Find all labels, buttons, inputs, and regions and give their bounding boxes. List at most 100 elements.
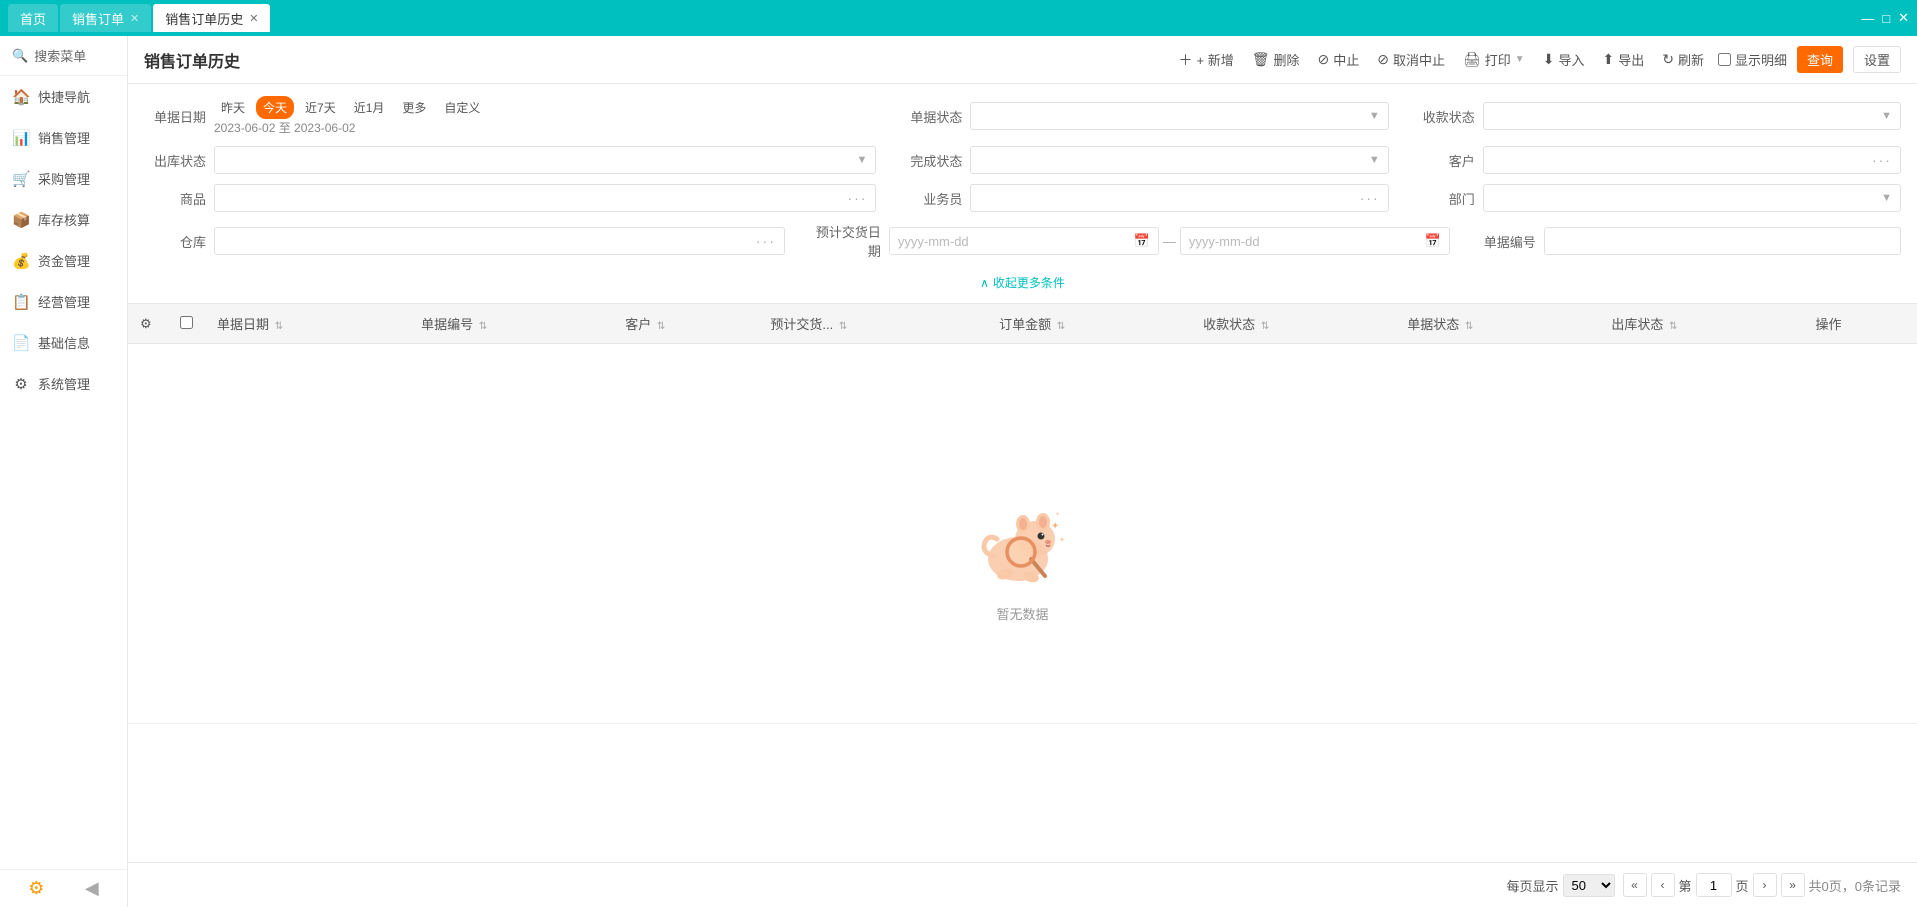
delivery-date-to-placeholder: yyyy-mm-dd: [1189, 234, 1260, 249]
empty-illustration: ✦ ✦ ✦: [963, 484, 1083, 604]
filter-salesperson-input[interactable]: ···: [970, 184, 1388, 212]
col-delivery-label: 预计交货...: [770, 317, 833, 332]
content-area: 销售订单历史 ＋ + 新增 🗑 删除 ⊘ 中止 ⊘ 取消中止: [128, 36, 1917, 907]
tab-sales-order-close[interactable]: ✕: [130, 12, 139, 25]
sales-icon: 📊: [12, 129, 30, 147]
select-all-checkbox[interactable]: [180, 316, 193, 329]
print-button[interactable]: 🖨 打印 ▼: [1459, 48, 1529, 71]
date-tab-7days[interactable]: 近7天: [298, 96, 343, 119]
settings-gear-icon[interactable]: ⚙: [140, 316, 152, 331]
close-button[interactable]: ✕: [1898, 10, 1909, 26]
filter-date-label: 单据日期: [144, 107, 214, 126]
filter-bill-status-select[interactable]: ▼: [970, 102, 1388, 130]
tab-sales-order-history[interactable]: 销售订单历史 ✕: [153, 4, 270, 32]
settings-button[interactable]: 设置: [1853, 46, 1901, 73]
settings-button-label: 设置: [1864, 50, 1890, 69]
col-warehouse-status-sort[interactable]: ⇅: [1669, 321, 1677, 332]
sidebar-settings-icon[interactable]: ⚙: [28, 878, 44, 899]
tab-sales-order-history-close[interactable]: ✕: [249, 12, 258, 25]
tab-sales-order-label: 销售订单: [72, 9, 124, 28]
sidebar-item-basic-info[interactable]: 📄 基础信息: [0, 322, 127, 363]
operations-icon: 📋: [12, 293, 30, 311]
date-tab-more[interactable]: 更多: [395, 96, 433, 119]
content-header: 销售订单历史 ＋ + 新增 🗑 删除 ⊘ 中止 ⊘ 取消中止: [128, 36, 1917, 84]
delete-button[interactable]: 🗑 删除: [1248, 48, 1304, 71]
refresh-button[interactable]: ↻ 刷新: [1658, 48, 1708, 71]
table-settings-col[interactable]: ⚙: [128, 304, 168, 344]
date-tab-today[interactable]: 今天: [256, 96, 294, 119]
filter-product-input[interactable]: ···: [214, 184, 876, 212]
filter-warehouse-input[interactable]: ···: [214, 227, 785, 255]
sidebar-item-system-label: 系统管理: [38, 374, 90, 393]
refresh-button-label: 刷新: [1678, 50, 1704, 69]
next-page-button[interactable]: ›: [1753, 873, 1777, 897]
col-amount-sort[interactable]: ⇅: [1057, 321, 1065, 332]
filter-complete-status-label: 完成状态: [900, 151, 970, 170]
col-bill-status: 单据状态 ⇅: [1395, 304, 1599, 344]
col-customer-sort[interactable]: ⇅: [657, 321, 665, 332]
date-tab-1month[interactable]: 近1月: [347, 96, 392, 119]
collapse-row[interactable]: ∧ 收起更多条件: [144, 270, 1901, 291]
sidebar-item-sales[interactable]: 📊 销售管理: [0, 117, 127, 158]
prev-page-button[interactable]: ‹: [1651, 873, 1675, 897]
refresh-icon: ↻: [1662, 51, 1674, 68]
date-tab-yesterday[interactable]: 昨天: [214, 96, 252, 119]
date-tabs: 昨天 今天 近7天 近1月 更多 自定义: [214, 96, 876, 119]
sidebar-item-home[interactable]: 🏠 快捷导航: [0, 76, 127, 117]
filter-payment-status-select[interactable]: ▼: [1483, 102, 1901, 130]
stop-button[interactable]: ⊘ 中止: [1314, 48, 1364, 71]
minimize-button[interactable]: —: [1861, 11, 1874, 26]
sidebar-item-purchase[interactable]: 🛒 采购管理: [0, 158, 127, 199]
page-suffix: 页: [1736, 876, 1749, 895]
per-page-select[interactable]: 50 10 20 100: [1563, 874, 1615, 897]
filter-department-select[interactable]: ▼: [1483, 184, 1901, 212]
filter-customer-input[interactable]: ···: [1483, 146, 1901, 174]
filter-area: 单据日期 昨天 今天 近7天 近1月 更多 自定义 2023-06-02 至 2…: [128, 84, 1917, 304]
sidebar-item-home-label: 快捷导航: [38, 87, 90, 106]
sidebar-search[interactable]: 🔍 搜索菜单: [0, 36, 127, 76]
sidebar-item-operations[interactable]: 📋 经营管理: [0, 281, 127, 322]
date-tab-custom[interactable]: 自定义: [437, 96, 487, 119]
show-detail-toggle[interactable]: 显示明细: [1718, 50, 1787, 69]
last-page-button[interactable]: »: [1781, 873, 1805, 897]
filter-row-3: 商品 ··· 业务员 ··· 部门: [144, 184, 1901, 212]
filter-complete-status-select[interactable]: ▼: [970, 146, 1388, 174]
sidebar-collapse-icon[interactable]: ◀: [85, 878, 99, 899]
cancel-stop-button[interactable]: ⊘ 取消中止: [1373, 48, 1449, 71]
show-detail-checkbox[interactable]: [1718, 53, 1731, 66]
import-button[interactable]: ⬇ 导入: [1539, 48, 1589, 71]
sidebar-item-finance[interactable]: 💰 资金管理: [0, 240, 127, 281]
date-range-separator: —: [1163, 234, 1176, 249]
col-warehouse-status: 出库状态 ⇅: [1599, 304, 1803, 344]
table-check-col[interactable]: [168, 304, 205, 344]
new-button[interactable]: ＋ + 新增: [1174, 48, 1237, 72]
first-page-button[interactable]: «: [1623, 873, 1647, 897]
sidebar-item-inventory[interactable]: 📦 库存核算: [0, 199, 127, 240]
filter-row-4: 仓库 ··· 预计交货日期 yyyy-mm-dd 📅 —: [144, 222, 1901, 260]
table-body: ✦ ✦ ✦ 暂无数据: [128, 344, 1917, 724]
col-delivery-sort[interactable]: ⇅: [839, 321, 847, 332]
show-detail-label: 显示明细: [1735, 50, 1787, 69]
export-button[interactable]: ⬆ 导出: [1598, 48, 1648, 71]
customer-dots: ···: [1872, 152, 1892, 168]
filter-delivery-date-from[interactable]: yyyy-mm-dd 📅: [889, 227, 1159, 255]
filter-bill-no-input[interactable]: [1544, 227, 1901, 255]
maximize-button[interactable]: □: [1882, 11, 1890, 26]
col-date-sort[interactable]: ⇅: [275, 321, 283, 332]
tab-home-label: 首页: [20, 9, 46, 28]
col-bill-status-sort[interactable]: ⇅: [1465, 321, 1473, 332]
sidebar-item-system[interactable]: ⚙ 系统管理: [0, 363, 127, 404]
stop-icon: ⊘: [1318, 51, 1330, 68]
filter-warehouse-status-select[interactable]: ▼: [214, 146, 876, 174]
page-input[interactable]: [1696, 873, 1732, 897]
filter-product-label: 商品: [144, 189, 214, 208]
filter-delivery-date-to[interactable]: yyyy-mm-dd 📅: [1180, 227, 1450, 255]
query-button[interactable]: 查询: [1797, 46, 1843, 73]
tab-home[interactable]: 首页: [8, 4, 58, 32]
collapse-icon: ∧: [980, 276, 989, 290]
col-payment-status-sort[interactable]: ⇅: [1261, 321, 1269, 332]
filter-warehouse-status-label: 出库状态: [144, 151, 214, 170]
filter-row-2: 出库状态 ▼ 完成状态 ▼ 客户: [144, 146, 1901, 174]
tab-sales-order[interactable]: 销售订单 ✕: [60, 4, 151, 32]
col-bill-no-sort[interactable]: ⇅: [479, 321, 487, 332]
